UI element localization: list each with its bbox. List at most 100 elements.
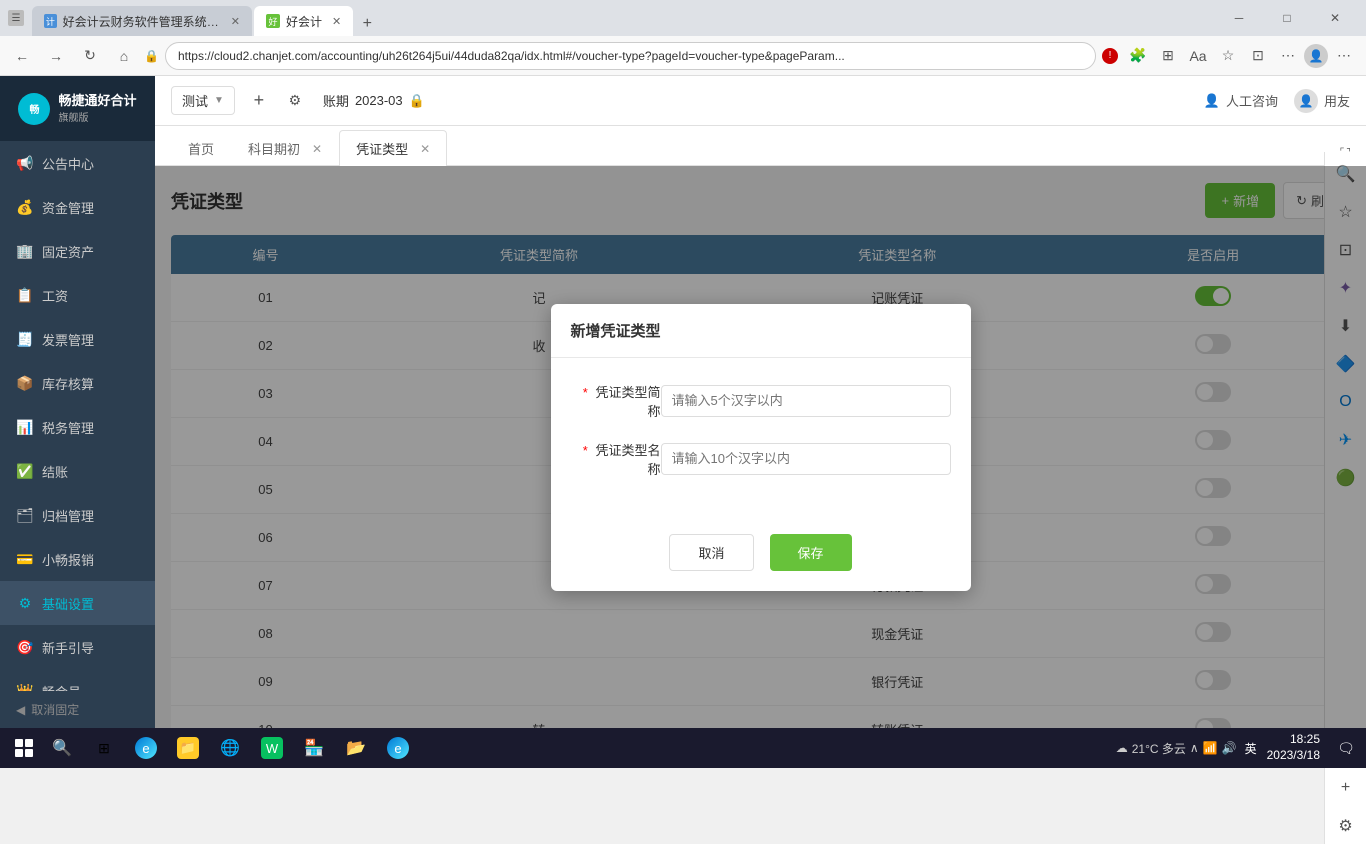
taskbar-date-value: 2023/3/18	[1267, 748, 1320, 764]
extensions-button[interactable]: 🧩	[1124, 42, 1152, 70]
sidebar-item-label: 发票管理	[42, 330, 94, 349]
cancel-fixed-label: 取消固定	[31, 701, 79, 718]
abbr-input[interactable]	[661, 385, 951, 417]
sidebar-item-inventory[interactable]: 📦 库存核算	[0, 361, 155, 405]
browser-toolbar-icons: 🧩 ⊞ Aa ☆ ⊡ ⋯ 👤 ⋯	[1124, 42, 1358, 70]
taskbar-right: ☁ 21°C 多云 ∧ 📶 🔊 英 18:25 2023/3/18 🗨	[1112, 730, 1362, 766]
sidebar-item-archive[interactable]: 🗂 归档管理	[0, 493, 155, 537]
minimize-button[interactable]: ─	[1216, 3, 1262, 33]
browser-tab-1[interactable]: 计 好会计云财务软件管理系统_会计 ✕	[32, 6, 252, 36]
taskbar-chrome[interactable]: 🌐	[210, 730, 250, 766]
browser-tab-bar: 计 好会计云财务软件管理系统_会计 ✕ 好 好会计 ✕ +	[32, 0, 1208, 36]
app-main: 测试 ▼ + ⚙ 账期 2023-03 🔒 👤 人工咨询 👤 用友	[155, 76, 1366, 728]
save-button[interactable]: 保存	[770, 534, 852, 571]
sidebar-item-expense[interactable]: 💳 小畅报销	[0, 537, 155, 581]
period-value: 2023-03	[355, 93, 403, 108]
chrome-icon: 🌐	[219, 737, 241, 759]
sidebar-item-settlement[interactable]: ✅ 结账	[0, 449, 155, 493]
tab-home[interactable]: 首页	[171, 130, 231, 166]
period-info: 账期 2023-03 🔒	[323, 91, 425, 110]
taskbar-language: 英	[1245, 740, 1257, 757]
sidebar-toggle-btn[interactable]: ☰	[8, 10, 24, 26]
tab1-close-icon[interactable]: ✕	[231, 15, 240, 28]
favorites-button[interactable]: ☆	[1214, 42, 1242, 70]
profile-icon[interactable]: 👤	[1304, 44, 1328, 68]
tab-voucher-type-close-icon[interactable]: ✕	[420, 142, 430, 156]
collections-button[interactable]: ⊡	[1244, 42, 1272, 70]
sidebar-item-tax[interactable]: 📊 税务管理	[0, 405, 155, 449]
more-button[interactable]: ⋯	[1330, 42, 1358, 70]
company-name: 测试	[182, 91, 208, 110]
browser-sidebar-settings-btn[interactable]: ⚙	[1328, 808, 1364, 844]
sidebar-menu: 📢 公告中心 💰 资金管理 🏢 固定资产 📋 工资 🧾 发票管理 📦 库	[0, 141, 155, 691]
browser-add-sidebar-btn[interactable]: +	[1328, 770, 1364, 806]
sidebar-item-guide[interactable]: 🎯 新手引导	[0, 625, 155, 669]
cancel-button[interactable]: 取消	[669, 534, 753, 571]
sidebar-item-member[interactable]: 👑 畅会员	[0, 669, 155, 691]
period-lock-icon: 🔒	[409, 93, 425, 109]
back-button[interactable]: ←	[8, 42, 36, 70]
tab2-close-icon[interactable]: ✕	[332, 15, 341, 28]
refresh-nav-button[interactable]: ↻	[76, 42, 104, 70]
sidebar-item-invoice[interactable]: 🧾 发票管理	[0, 317, 155, 361]
close-button[interactable]: ✕	[1312, 3, 1358, 33]
sidebar-item-announcements[interactable]: 📢 公告中心	[0, 141, 155, 185]
tab-subject-init[interactable]: 科目期初 ✕	[231, 130, 339, 166]
sidebar-item-label: 小畅报销	[42, 550, 94, 569]
new-tab-button[interactable]: +	[355, 12, 379, 36]
header-add-button[interactable]: +	[247, 89, 271, 113]
start-button[interactable]	[4, 730, 44, 766]
taskbar-edge[interactable]: e	[126, 730, 166, 766]
sidebar-item-label: 库存核算	[42, 374, 94, 393]
sidebar-item-label: 固定资产	[42, 242, 94, 261]
dialog-header: 新增凭证类型	[551, 304, 971, 358]
taskbar-app5[interactable]: 🏪	[294, 730, 334, 766]
consult-button[interactable]: 👤 人工咨询	[1204, 91, 1278, 110]
settings-browser-button[interactable]: ⋯	[1274, 42, 1302, 70]
taskbar-task-view[interactable]: ⊞	[84, 730, 124, 766]
form-row-abbr: * 凭证类型简称	[571, 382, 951, 420]
user-info[interactable]: 👤 用友	[1294, 89, 1350, 113]
split-view-button[interactable]: ⊞	[1154, 42, 1182, 70]
tab-subject-init-label: 科目期初	[248, 139, 300, 158]
tab1-label: 好会计云财务软件管理系统_会计	[63, 13, 221, 30]
main-layout: 畅 畅捷通好合计 旗舰版 📢 公告中心 💰 资金管理 🏢 固定资产 📋	[0, 76, 1366, 728]
sidebar-item-settings[interactable]: ⚙ 基础设置	[0, 581, 155, 625]
sidebar-item-payroll[interactable]: 📋 工资	[0, 273, 155, 317]
abbr-label: * 凭证类型简称	[571, 382, 661, 420]
taskbar-search-button[interactable]: 🔍	[44, 730, 80, 766]
reader-view-button[interactable]: Aa	[1184, 42, 1212, 70]
header-settings-button[interactable]: ⚙	[283, 89, 307, 113]
tab-subject-init-close-icon[interactable]: ✕	[312, 142, 322, 156]
edge2-icon: e	[387, 737, 409, 759]
browser-titlebar: ☰ 计 好会计云财务软件管理系统_会计 ✕ 好 好会计 ✕ + ─ □ ✕	[0, 0, 1366, 36]
forward-button[interactable]: →	[42, 42, 70, 70]
taskbar-edge2[interactable]: e	[378, 730, 418, 766]
taskbar-time-value: 18:25	[1267, 732, 1320, 748]
sidebar-item-funds[interactable]: 💰 资金管理	[0, 185, 155, 229]
maximize-button[interactable]: □	[1264, 3, 1310, 33]
address-input[interactable]	[165, 42, 1096, 70]
browser-tab-2[interactable]: 好 好会计 ✕	[254, 6, 353, 36]
tab2-label: 好会计	[286, 13, 322, 30]
taskbar-weather-icon: ☁	[1116, 741, 1128, 755]
home-nav-button[interactable]: ⌂	[110, 42, 138, 70]
file-explorer-icon: 📁	[177, 737, 199, 759]
company-selector[interactable]: 测试 ▼	[171, 86, 235, 115]
taskbar-file-explorer[interactable]: 📁	[168, 730, 208, 766]
content-area: 凭证类型 + 新增 ↻ 刷新 编号 凭证类型简称	[155, 166, 1366, 728]
taskbar-notification-button[interactable]: 🗨	[1330, 730, 1362, 766]
taskbar-wechat[interactable]: W	[252, 730, 292, 766]
dialog-footer: 取消 保存	[551, 522, 971, 591]
sidebar-item-fixed-assets[interactable]: 🏢 固定资产	[0, 229, 155, 273]
inventory-icon: 📦	[16, 374, 34, 392]
expense-icon: 💳	[16, 550, 34, 568]
taskbar-clock[interactable]: 18:25 2023/3/18	[1261, 732, 1326, 763]
name-label: * 凭证类型名称	[571, 440, 661, 478]
cancel-fixed-button[interactable]: ◀ 取消固定	[0, 691, 155, 728]
name-input[interactable]	[661, 443, 951, 475]
sidebar-item-label: 新手引导	[42, 638, 94, 657]
tab-voucher-type[interactable]: 凭证类型 ✕	[339, 130, 447, 166]
taskbar-app6[interactable]: 📂	[336, 730, 376, 766]
app-sidebar: 畅 畅捷通好合计 旗舰版 📢 公告中心 💰 资金管理 🏢 固定资产 📋	[0, 76, 155, 728]
